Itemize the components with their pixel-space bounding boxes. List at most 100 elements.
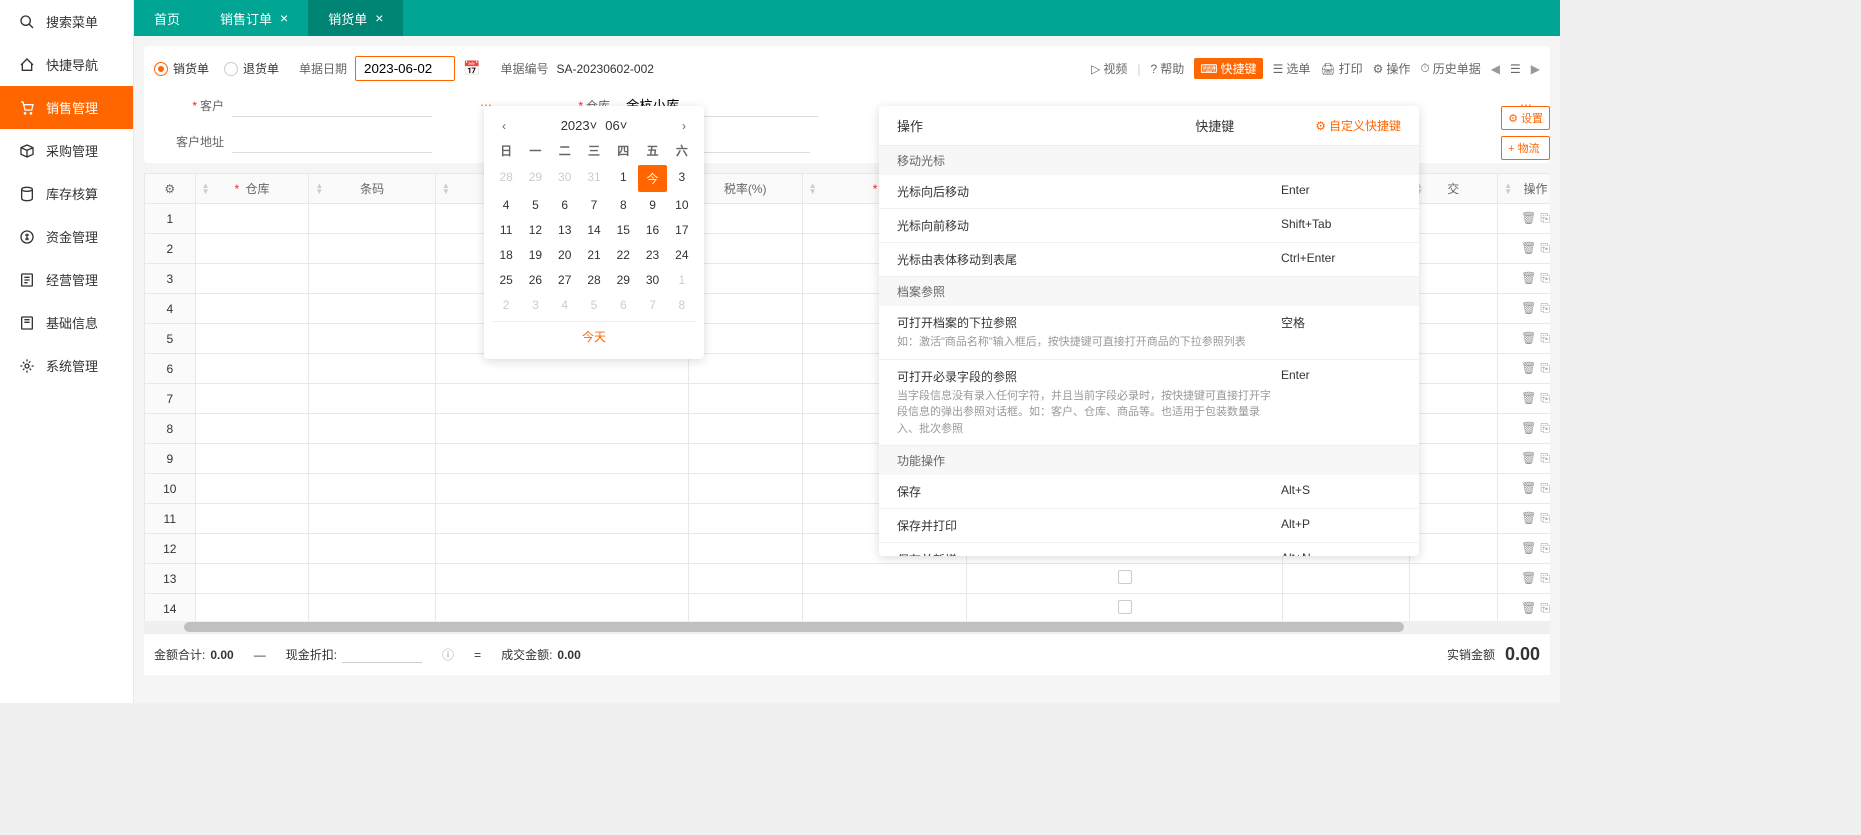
calendar-day[interactable]: 6 — [609, 293, 637, 317]
table-cell[interactable] — [1409, 594, 1498, 624]
calendar-day[interactable]: 10 — [668, 193, 696, 217]
table-cell[interactable] — [435, 534, 688, 564]
calendar-day[interactable]: 15 — [609, 218, 637, 242]
table-cell[interactable] — [688, 354, 802, 384]
table-cell[interactable] — [688, 534, 802, 564]
copy-icon[interactable]: ⎘ — [1540, 211, 1550, 225]
sidebar-item-purchase[interactable]: 采购管理 — [0, 129, 133, 172]
next-month-button[interactable]: › — [676, 119, 692, 133]
calendar-day[interactable]: 30 — [551, 165, 579, 192]
radio-return[interactable]: 退货单 — [224, 60, 279, 77]
table-cell[interactable] — [309, 564, 435, 594]
radio-sale[interactable]: 销货单 — [154, 60, 209, 77]
calendar-day[interactable]: 14 — [580, 218, 608, 242]
sidebar-item-finance[interactable]: 资金管理 — [0, 215, 133, 258]
calendar-day[interactable]: 8 — [668, 293, 696, 317]
sidebar-item-search[interactable]: 搜索菜单 — [0, 0, 133, 43]
table-cell[interactable] — [1409, 474, 1498, 504]
table-cell[interactable] — [309, 294, 435, 324]
close-icon[interactable]: × — [280, 10, 288, 26]
toolbar-operate[interactable]: ⚙操作 — [1373, 60, 1411, 77]
toolbar-print[interactable]: 🖨打印 — [1320, 60, 1362, 77]
delete-icon[interactable]: 🗑 — [1521, 331, 1536, 345]
tab-sales-order[interactable]: 销售订单× — [200, 0, 308, 36]
table-cell[interactable] — [688, 564, 802, 594]
table-cell[interactable] — [195, 534, 309, 564]
calendar-day[interactable]: 22 — [609, 243, 637, 267]
calendar-day[interactable]: 31 — [580, 165, 608, 192]
table-cell[interactable] — [688, 234, 802, 264]
toolbar-next[interactable]: ▶ — [1531, 62, 1540, 76]
delete-icon[interactable]: 🗑 — [1521, 241, 1536, 255]
customize-shortcut-button[interactable]: ⚙自定义快捷键 — [1315, 117, 1401, 134]
table-cell[interactable] — [195, 564, 309, 594]
copy-icon[interactable]: ⎘ — [1540, 571, 1550, 585]
calendar-day[interactable]: 2 — [492, 293, 520, 317]
table-cell[interactable] — [1409, 354, 1498, 384]
calendar-day[interactable]: 4 — [492, 193, 520, 217]
year-select[interactable]: 2023˅ — [561, 118, 598, 133]
toolbar-video[interactable]: ▷视频 — [1091, 60, 1127, 77]
table-cell[interactable] — [688, 414, 802, 444]
table-cell[interactable] — [1409, 414, 1498, 444]
calendar-day[interactable]: 16 — [638, 218, 666, 242]
calendar-day[interactable]: 23 — [638, 243, 666, 267]
calendar-day[interactable]: 29 — [609, 268, 637, 292]
copy-icon[interactable]: ⎘ — [1540, 271, 1550, 285]
logistics-button[interactable]: + 物流 — [1501, 136, 1550, 160]
table-cell[interactable] — [435, 594, 688, 624]
calendar-day[interactable]: 3 — [521, 293, 549, 317]
table-cell[interactable] — [309, 594, 435, 624]
delete-icon[interactable]: 🗑 — [1521, 481, 1536, 495]
table-cell[interactable] — [1283, 594, 1409, 624]
table-cell[interactable] — [195, 504, 309, 534]
table-cell[interactable] — [309, 384, 435, 414]
table-cell[interactable] — [195, 294, 309, 324]
table-cell[interactable] — [309, 204, 435, 234]
delete-icon[interactable]: 🗑 — [1521, 301, 1536, 315]
sort-icon[interactable]: ▲▼ — [202, 183, 210, 195]
table-cell[interactable] — [1283, 564, 1409, 594]
calendar-day[interactable]: 4 — [551, 293, 579, 317]
sort-icon[interactable]: ▲▼ — [809, 183, 817, 195]
calendar-day[interactable]: 5 — [521, 193, 549, 217]
calendar-day[interactable]: 21 — [580, 243, 608, 267]
sidebar-item-system[interactable]: 系统管理 — [0, 344, 133, 387]
calendar-day[interactable]: 5 — [580, 293, 608, 317]
sort-icon[interactable]: ▲▼ — [1504, 183, 1512, 195]
calendar-day[interactable]: 11 — [492, 218, 520, 242]
table-cell[interactable] — [688, 204, 802, 234]
copy-icon[interactable]: ⎘ — [1540, 421, 1550, 435]
table-cell[interactable] — [1409, 234, 1498, 264]
table-cell[interactable] — [435, 384, 688, 414]
gift-checkbox[interactable] — [1118, 600, 1132, 614]
table-cell[interactable] — [688, 594, 802, 624]
month-select[interactable]: 06˅ — [605, 118, 627, 133]
table-cell[interactable] — [1409, 294, 1498, 324]
addr-input[interactable] — [232, 129, 432, 153]
calendar-day[interactable]: 19 — [521, 243, 549, 267]
delete-icon[interactable]: 🗑 — [1521, 601, 1536, 615]
copy-icon[interactable]: ⎘ — [1540, 541, 1550, 555]
table-cell[interactable] — [1409, 324, 1498, 354]
table-cell[interactable] — [309, 504, 435, 534]
table-cell[interactable] — [309, 234, 435, 264]
table-cell[interactable] — [309, 414, 435, 444]
table-cell[interactable] — [435, 414, 688, 444]
table-cell[interactable] — [195, 264, 309, 294]
delete-icon[interactable]: 🗑 — [1521, 541, 1536, 555]
copy-icon[interactable]: ⎘ — [1540, 601, 1550, 615]
today-button[interactable]: 今天 — [492, 321, 696, 351]
table-cell[interactable] — [195, 204, 309, 234]
sort-icon[interactable]: ▲▼ — [442, 183, 450, 195]
toolbar-shortcut[interactable]: ⌨快捷键 — [1194, 58, 1262, 79]
delete-icon[interactable]: 🗑 — [1521, 211, 1536, 225]
calendar-day[interactable]: 13 — [551, 218, 579, 242]
calendar-day[interactable]: 7 — [638, 293, 666, 317]
table-cell[interactable] — [435, 564, 688, 594]
table-cell[interactable] — [1409, 444, 1498, 474]
table-row[interactable]: 14🗑⎘ — [145, 594, 1551, 624]
table-cell[interactable] — [1409, 504, 1498, 534]
toolbar-list[interactable]: ☰ — [1510, 62, 1521, 76]
table-cell[interactable] — [195, 234, 309, 264]
